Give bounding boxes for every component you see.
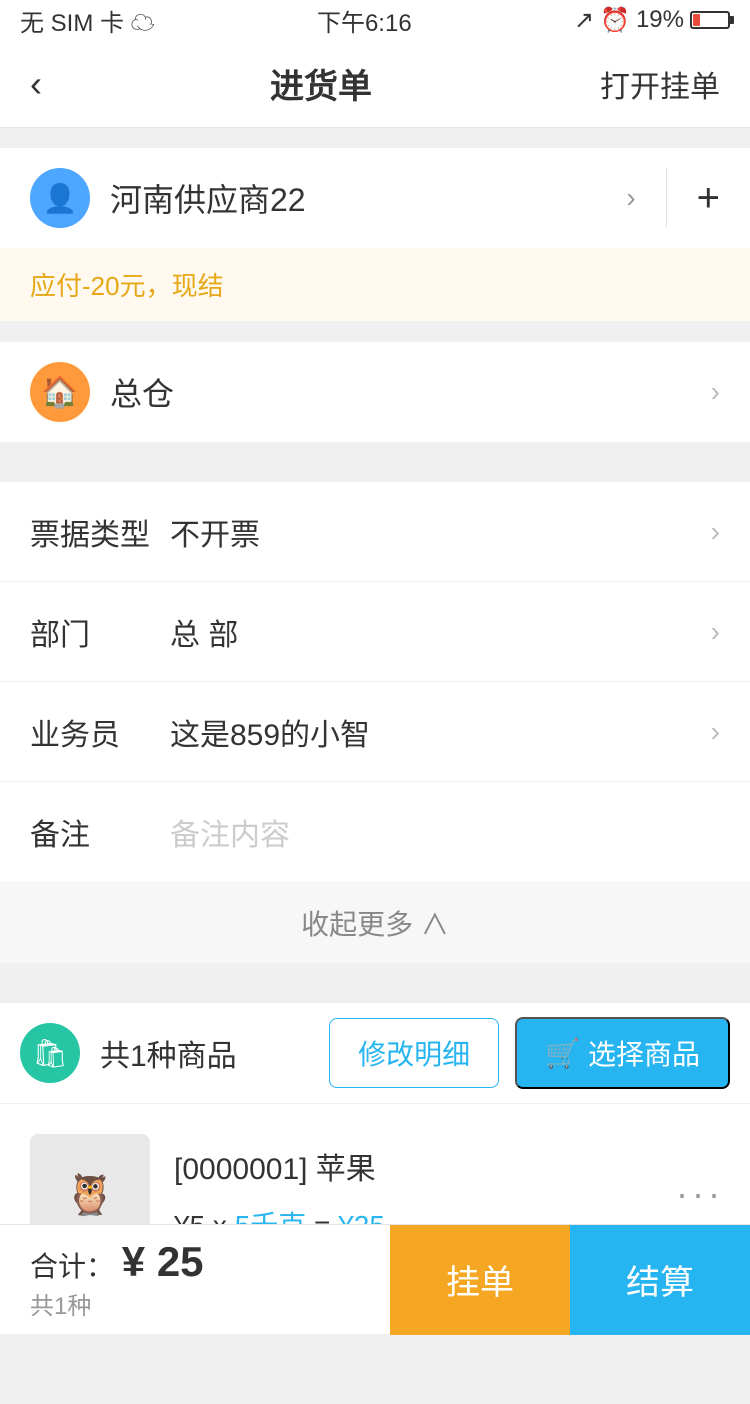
nav-bar: ‹ 进货单 打开挂单 (0, 40, 750, 128)
warehouse-name: 总仓 (110, 369, 711, 415)
department-value: 总 部 (170, 610, 711, 654)
page-title: 进货单 (270, 59, 372, 108)
add-supplier-button[interactable]: + (697, 176, 720, 221)
home-icon: 🏠 (41, 375, 78, 410)
supplier-name: 河南供应商22 (110, 175, 626, 221)
hang-label: 挂单 (446, 1255, 514, 1304)
cart-icon: 🛒 (545, 1037, 580, 1070)
warehouse-arrow-icon: › (711, 376, 720, 408)
remark-row[interactable]: 备注 备注内容 (0, 782, 750, 882)
notice-text: 应付-20元，现结 (30, 271, 224, 301)
battery-percent: 19% (636, 6, 684, 34)
department-label: 部门 (30, 610, 150, 654)
salesperson-row[interactable]: 业务员 这是859的小智 › (0, 682, 750, 782)
dot-3: · (708, 1173, 720, 1215)
remark-input[interactable]: 备注内容 (170, 810, 720, 854)
notice-bar: 应付-20元，现结 (0, 248, 750, 321)
product-icon: 🛍 (20, 1023, 80, 1083)
open-hang-button[interactable]: 打开挂单 (600, 62, 720, 106)
status-time: 下午6:16 (317, 3, 412, 38)
invoice-type-row[interactable]: 票据类型 不开票 › (0, 482, 750, 582)
battery-fill (693, 14, 700, 26)
gap-1 (0, 128, 750, 148)
person-icon: 👤 (43, 182, 78, 215)
gap-4 (0, 963, 750, 983)
product-name: [0000001] 苹果 (174, 1144, 652, 1188)
product-header: 🛍 共1种商品 修改明细 🛒 选择商品 (0, 1003, 750, 1103)
supplier-arrow-icon: › (626, 182, 635, 214)
checkout-button[interactable]: 结算 (570, 1225, 750, 1335)
salesperson-value: 这是859的小智 (170, 710, 711, 754)
total-section: 合计： ¥ 25 共1种 (0, 1238, 390, 1321)
department-row[interactable]: 部门 总 部 › (0, 582, 750, 682)
gap-3 (0, 442, 750, 462)
bag-icon: 🛍 (32, 1037, 68, 1070)
product-more-button[interactable]: · · · (676, 1173, 720, 1215)
back-button[interactable]: ‹ (30, 63, 42, 105)
salesperson-arrow-icon: › (711, 716, 720, 748)
product-count: 共1种商品 (100, 1031, 329, 1075)
invoice-type-label: 票据类型 (30, 510, 150, 554)
total-label: 合计： (30, 1251, 114, 1282)
collapse-label: 收起更多 ∧ (301, 903, 449, 943)
salesperson-label: 业务员 (30, 710, 150, 754)
department-arrow-icon: › (711, 616, 720, 648)
location-icon: ↗ (574, 6, 594, 35)
supplier-section[interactable]: 👤 河南供应商22 › + (0, 148, 750, 248)
select-product-button[interactable]: 🛒 选择商品 (515, 1017, 730, 1089)
invoice-type-value: 不开票 (170, 510, 711, 554)
form-section: 票据类型 不开票 › 部门 总 部 › 业务员 这是859的小智 › 备注 备注… (0, 482, 750, 882)
status-right: ↗ ⏰ 19% (574, 6, 730, 35)
supplier-divider (666, 168, 667, 228)
status-left: 无 SIM 卡 ☁ (20, 3, 155, 38)
warehouse-icon: 🏠 (30, 362, 90, 422)
checkout-label: 结算 (626, 1255, 694, 1304)
supplier-avatar: 👤 (30, 168, 90, 228)
status-bar: 无 SIM 卡 ☁ 下午6:16 ↗ ⏰ 19% (0, 0, 750, 40)
sim-label: 无 SIM 卡 ☁ (20, 3, 155, 38)
product-owl-icon: 🦉 (65, 1171, 115, 1218)
select-product-label: 选择商品 (588, 1033, 700, 1073)
total-amount: ¥ 25 (122, 1238, 204, 1285)
dot-1: · (676, 1173, 688, 1215)
warehouse-section[interactable]: 🏠 总仓 › (0, 342, 750, 442)
remark-label: 备注 (30, 810, 150, 854)
battery-icon (690, 11, 730, 29)
invoice-type-arrow-icon: › (711, 516, 720, 548)
total-count: 共1种 (30, 1286, 360, 1321)
dot-2: · (692, 1173, 704, 1215)
alarm-icon: ⏰ (600, 6, 630, 35)
hang-button[interactable]: 挂单 (390, 1225, 570, 1335)
modify-detail-button[interactable]: 修改明细 (329, 1018, 499, 1088)
collapse-bar[interactable]: 收起更多 ∧ (0, 883, 750, 963)
bottom-bar: 合计： ¥ 25 共1种 挂单 结算 (0, 1224, 750, 1334)
gap-2 (0, 321, 750, 341)
total-row: 合计： ¥ 25 (30, 1238, 360, 1286)
